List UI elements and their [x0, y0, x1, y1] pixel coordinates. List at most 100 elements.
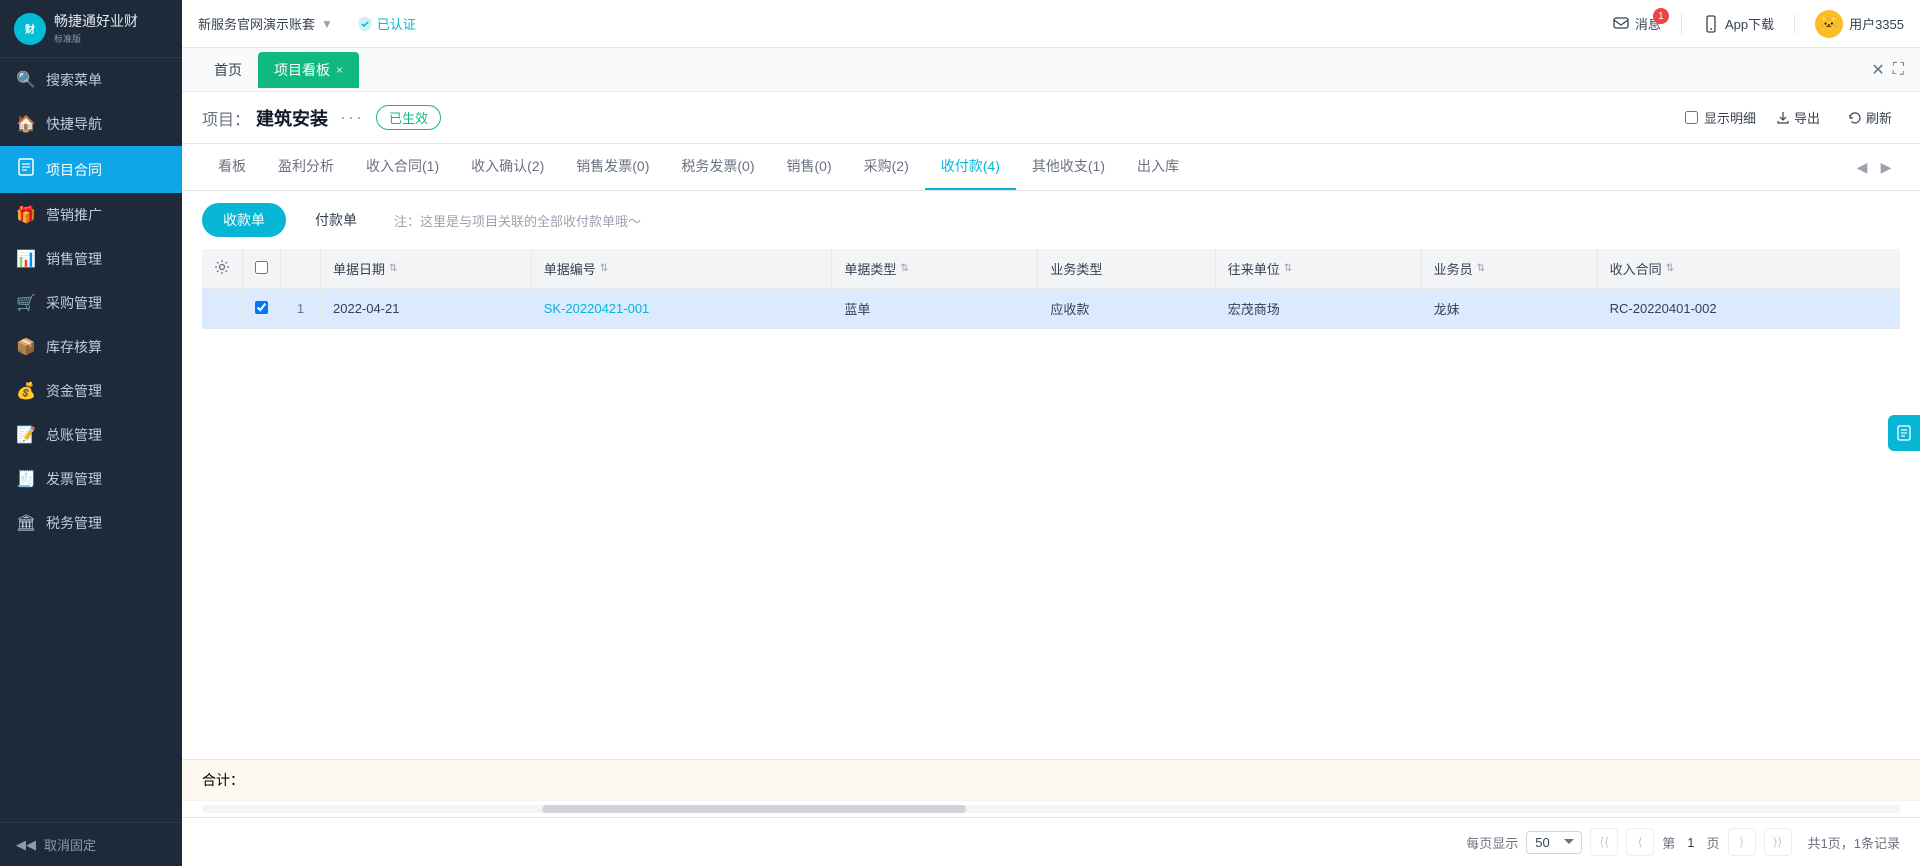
- row-date: 2022-04-21: [321, 289, 532, 329]
- subnav-prev-arrow[interactable]: ◀: [1852, 157, 1872, 177]
- col-type[interactable]: 单据类型 ⇅: [832, 249, 1038, 289]
- user-label: 用户3355: [1849, 14, 1904, 33]
- show-detail-checkbox[interactable]: 显示明细: [1685, 108, 1756, 127]
- total-info: 共1页，1条记录: [1808, 833, 1900, 852]
- col-salesperson[interactable]: 业务员 ⇅: [1421, 249, 1597, 289]
- subtab-receipt[interactable]: 收款单: [202, 203, 286, 237]
- row-income-contract: RC-20220401-002: [1597, 289, 1900, 329]
- window-maximize-icon[interactable]: ⛶: [1893, 61, 1904, 79]
- first-page-button[interactable]: ⟨⟨: [1590, 828, 1618, 856]
- sidebar-item-tax[interactable]: 🏛 税务管理: [0, 501, 182, 545]
- subnav-tab-purchase[interactable]: 采购(2): [848, 144, 925, 190]
- per-page-select[interactable]: 50 100 200: [1526, 831, 1582, 854]
- scroll-thumb[interactable]: [542, 805, 967, 813]
- col-checkbox[interactable]: [243, 249, 281, 289]
- last-page-button[interactable]: ⟩⟩: [1764, 828, 1792, 856]
- subnav-tab-sales[interactable]: 销售(0): [771, 144, 848, 190]
- user-menu[interactable]: 🐱 用户3355: [1815, 10, 1904, 38]
- subnav-income-confirm-label: 收入确认(2): [471, 158, 544, 174]
- page-prefix: 项目：: [202, 106, 250, 130]
- main-content: 新服务官网演示账套 ▼ 已认证 消息 1: [182, 0, 1920, 866]
- row-code-link[interactable]: SK-20220421-001: [544, 301, 650, 316]
- col-partner-sort-icon: ⇅: [1284, 263, 1292, 274]
- tab-close-icon[interactable]: ×: [336, 63, 343, 77]
- sidebar-item-invoice[interactable]: 🧾 发票管理: [0, 457, 182, 501]
- sidebar-item-search[interactable]: 🔍 搜索菜单: [0, 58, 182, 102]
- invoice-icon: 🧾: [16, 469, 36, 489]
- row-settings-cell: [202, 289, 243, 329]
- table-container: 单据日期 ⇅ 单据编号 ⇅ 单据类型: [182, 249, 1920, 759]
- marketing-icon: 🎁: [16, 205, 36, 225]
- more-options-button[interactable]: ···: [340, 107, 364, 128]
- home-icon: 🏠: [16, 114, 36, 134]
- pagination: 每页显示 50 100 200 ⟨⟨ ⟨ 第 1 页 ⟩ ⟩⟩ 共1页，1条记录: [182, 817, 1920, 866]
- subtab-hint: 注：这里是与项目关联的全部收付款单哦～: [394, 211, 641, 230]
- per-page-label: 每页显示: [1466, 833, 1518, 852]
- unpin-button[interactable]: ◀◀ 取消固定: [0, 822, 182, 866]
- sidebar-item-capital[interactable]: 💰 资金管理: [0, 369, 182, 413]
- tab-project-board[interactable]: 项目看板 ×: [258, 52, 359, 88]
- unpin-label: 取消固定: [44, 835, 96, 854]
- subnav-tab-sales-invoice[interactable]: 销售发票(0): [560, 144, 665, 190]
- ledger-icon: 📝: [16, 425, 36, 445]
- col-partner-label: 往来单位: [1228, 259, 1280, 278]
- row-partner: 宏茂商场: [1215, 289, 1421, 329]
- sidebar-item-invoice-label: 发票管理: [46, 469, 102, 489]
- prev-page-button[interactable]: ⟨: [1626, 828, 1654, 856]
- divider-1: [1681, 14, 1682, 34]
- subnav-next-arrow[interactable]: ▶: [1876, 157, 1896, 177]
- subtab-payment[interactable]: 付款单: [294, 203, 378, 237]
- subnav-tab-tax-invoice[interactable]: 税务发票(0): [665, 144, 770, 190]
- sidebar-item-marketing[interactable]: 🎁 营销推广: [0, 193, 182, 237]
- row-checkbox-cell[interactable]: [243, 289, 281, 329]
- sidebar-item-ledger[interactable]: 📝 总账管理: [0, 413, 182, 457]
- sidebar-item-sales[interactable]: 📊 销售管理: [0, 237, 182, 281]
- row-code[interactable]: SK-20220421-001: [531, 289, 832, 329]
- subnav-tab-other-expense[interactable]: 其他收支(1): [1016, 144, 1121, 190]
- certified-badge: 已认证: [357, 14, 416, 33]
- show-detail-input[interactable]: [1685, 111, 1698, 124]
- export-button[interactable]: 导出: [1768, 104, 1828, 131]
- col-income-contract[interactable]: 收入合同 ⇅: [1597, 249, 1900, 289]
- window-close-icon[interactable]: ✕: [1871, 60, 1884, 80]
- account-selector[interactable]: 新服务官网演示账套 ▼: [198, 14, 333, 33]
- col-settings[interactable]: [202, 249, 243, 289]
- row-salesperson: 龙妹: [1421, 289, 1597, 329]
- col-date[interactable]: 单据日期 ⇅: [321, 249, 532, 289]
- sidebar-item-sales-label: 销售管理: [46, 249, 102, 269]
- horizontal-scrollbar[interactable]: [182, 800, 1920, 817]
- refresh-button[interactable]: 刷新: [1840, 104, 1900, 131]
- message-icon: [1612, 15, 1630, 33]
- subnav-tab-profit[interactable]: 盈利分析: [262, 144, 350, 190]
- account-dropdown-icon: ▼: [321, 17, 333, 31]
- app-download-button[interactable]: App下载: [1702, 14, 1774, 33]
- sidebar-item-quicknav-label: 快捷导航: [46, 114, 102, 134]
- sidebar-item-quicknav[interactable]: 🏠 快捷导航: [0, 102, 182, 146]
- row-checkbox[interactable]: [255, 301, 268, 314]
- subnav: 看板 盈利分析 收入合同(1) 收入确认(2) 销售发票(0) 税务发票(0) …: [182, 144, 1920, 191]
- table-row[interactable]: 1 2022-04-21 SK-20220421-001 蓝单 应收款 宏茂商场…: [202, 289, 1900, 329]
- col-biz-type: 业务类型: [1038, 249, 1215, 289]
- sidebar-item-inventory[interactable]: 📦 库存核算: [0, 325, 182, 369]
- phone-icon: [1702, 15, 1720, 33]
- col-code[interactable]: 单据编号 ⇅: [531, 249, 832, 289]
- next-page-button[interactable]: ⟩: [1728, 828, 1756, 856]
- row-type: 蓝单: [832, 289, 1038, 329]
- message-button[interactable]: 消息 1: [1612, 14, 1661, 33]
- float-action-button[interactable]: [1888, 415, 1920, 451]
- subnav-tab-warehouse[interactable]: 出入库: [1121, 144, 1195, 190]
- col-partner[interactable]: 往来单位 ⇅: [1215, 249, 1421, 289]
- select-all-checkbox[interactable]: [255, 261, 268, 274]
- sidebar-item-contract[interactable]: 项目合同: [0, 146, 182, 193]
- topbar: 新服务官网演示账套 ▼ 已认证 消息 1: [182, 0, 1920, 48]
- subnav-tab-income-confirm[interactable]: 收入确认(2): [455, 144, 560, 190]
- col-income-contract-sort-icon: ⇅: [1666, 263, 1674, 274]
- subnav-warehouse-label: 出入库: [1137, 158, 1179, 174]
- subnav-tab-payment[interactable]: 收付款(4): [925, 144, 1016, 190]
- subnav-tab-board[interactable]: 看板: [202, 144, 262, 190]
- sidebar-item-purchase[interactable]: 🛒 采购管理: [0, 281, 182, 325]
- tab-project-board-label: 项目看板: [274, 60, 330, 80]
- inventory-icon: 📦: [16, 337, 36, 357]
- tab-home[interactable]: 首页: [198, 52, 258, 88]
- subnav-tab-income-contract[interactable]: 收入合同(1): [350, 144, 455, 190]
